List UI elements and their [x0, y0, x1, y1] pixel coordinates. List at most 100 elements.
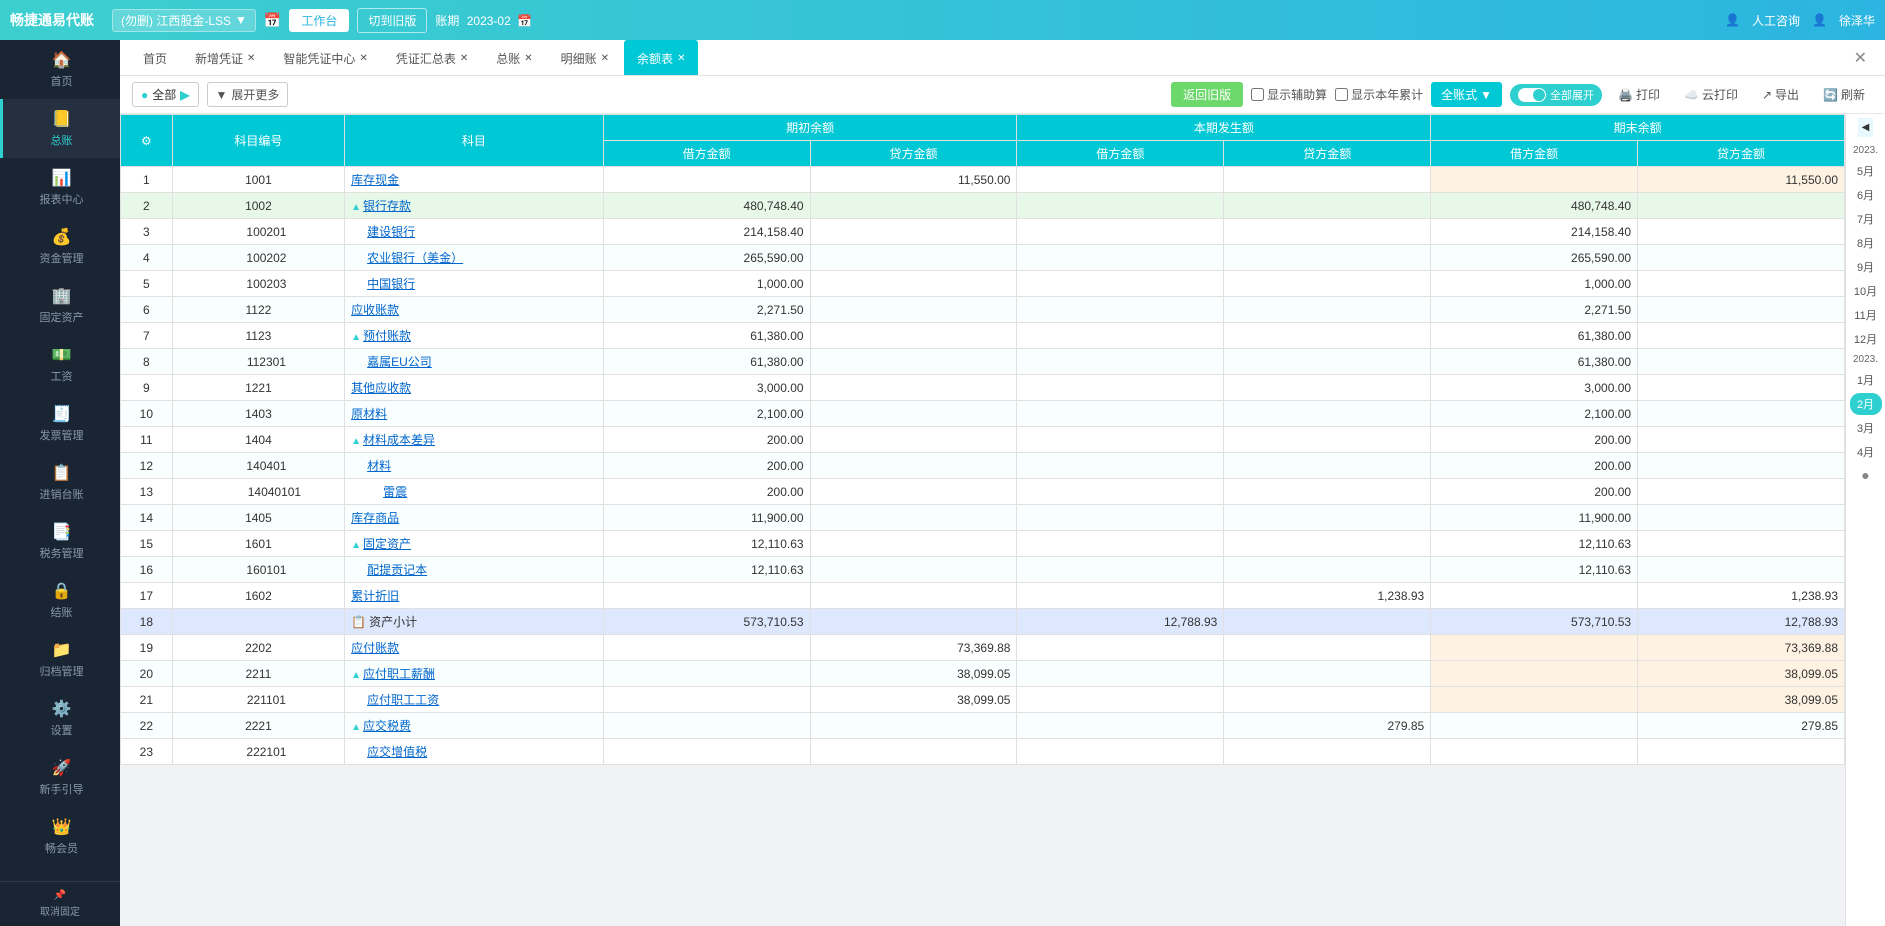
account-name-link[interactable]: 应交增值税	[367, 745, 427, 759]
month-12[interactable]: 12月	[1850, 328, 1882, 350]
cell-name[interactable]: ▲固定资产	[345, 531, 604, 557]
right-panel-toggle[interactable]: ◀	[1858, 118, 1873, 137]
expand-row-icon[interactable]: ▲	[351, 436, 361, 447]
month-10[interactable]: 10月	[1850, 280, 1882, 302]
cell-name[interactable]: 雷震	[345, 479, 604, 505]
cell-name[interactable]: ▲银行存款	[345, 193, 604, 219]
show-aux-checkbox[interactable]	[1251, 88, 1264, 101]
cell-name[interactable]: 农业银行（美金）	[345, 245, 604, 271]
account-name-link[interactable]: 中国银行	[367, 277, 415, 291]
show-aux-checkbox-label[interactable]: 显示辅助算	[1251, 86, 1327, 103]
company-selector[interactable]: (勿删) 江西股金-LSS ▼	[112, 9, 256, 32]
cell-name[interactable]: 其他应收款	[345, 375, 604, 401]
account-name-link[interactable]: 雷震	[383, 485, 407, 499]
month-7[interactable]: 7月	[1850, 208, 1882, 230]
account-name-link[interactable]: 应付职工工资	[367, 693, 439, 707]
th-settings[interactable]: ⚙	[121, 115, 173, 167]
tab-new-voucher[interactable]: 新增凭证 ✕	[182, 40, 268, 75]
sidebar-item-member[interactable]: 👑 畅会员	[0, 807, 120, 866]
sidebar-item-purchase[interactable]: 📋 进销台账	[0, 453, 120, 512]
expand-all-toggle[interactable]: 全部展开	[1510, 84, 1602, 106]
tab-balance-sheet-close[interactable]: ✕	[677, 53, 685, 64]
account-name-link[interactable]: 建设银行	[367, 225, 415, 239]
account-name-link[interactable]: 固定资产	[363, 537, 411, 551]
cell-name[interactable]: 建设银行	[345, 219, 604, 245]
expand-row-icon[interactable]: ▲	[351, 670, 361, 681]
sidebar-item-newguide[interactable]: 🚀 新手引导	[0, 748, 120, 807]
tab-general-ledger-close[interactable]: ✕	[524, 53, 532, 64]
expand-row-icon[interactable]: ▲	[351, 540, 361, 551]
sidebar-item-settings[interactable]: ⚙️ 设置	[0, 689, 120, 748]
account-name-link[interactable]: 配提贡记本	[367, 563, 427, 577]
sidebar-item-home[interactable]: 🏠 首页	[0, 40, 120, 99]
account-name-link[interactable]: 农业银行（美金）	[367, 251, 463, 265]
cell-name[interactable]: ▲预付账款	[345, 323, 604, 349]
cell-name[interactable]: 应交增值税	[345, 739, 604, 765]
account-name-link[interactable]: 其他应收款	[351, 381, 411, 395]
tab-smart-voucher-close[interactable]: ✕	[359, 53, 367, 64]
cell-name[interactable]: 原材料	[345, 401, 604, 427]
switch-version-button[interactable]: 切到旧版	[357, 8, 427, 33]
close-panel-icon[interactable]: ●	[1859, 465, 1871, 485]
sidebar-item-report[interactable]: 📊 报表中心	[0, 158, 120, 217]
sidebar-item-wage[interactable]: 💵 工资	[0, 335, 120, 394]
month-2[interactable]: 2月	[1850, 393, 1882, 415]
cell-name[interactable]: 库存商品	[345, 505, 604, 531]
account-name-link[interactable]: 预付账款	[363, 329, 411, 343]
cell-name[interactable]: 嘉属EU公司	[345, 349, 604, 375]
tab-balance-sheet[interactable]: 余额表 ✕	[624, 40, 698, 75]
tab-voucher-summary-close[interactable]: ✕	[460, 53, 468, 64]
tab-smart-voucher[interactable]: 智能凭证中心 ✕	[270, 40, 380, 75]
cell-name[interactable]: ▲应交税费	[345, 713, 604, 739]
cell-name[interactable]: 库存现金	[345, 167, 604, 193]
month-4[interactable]: 4月	[1850, 441, 1882, 463]
month-6[interactable]: 6月	[1850, 184, 1882, 206]
account-name-link[interactable]: 应收账款	[351, 303, 399, 317]
tab-voucher-summary[interactable]: 凭证汇总表 ✕	[383, 40, 481, 75]
cell-name[interactable]: ▲材料成本差异	[345, 427, 604, 453]
month-5[interactable]: 5月	[1850, 160, 1882, 182]
expand-row-icon[interactable]: ▲	[351, 332, 361, 343]
month-3[interactable]: 3月	[1850, 417, 1882, 439]
cloud-print-button[interactable]: ☁️ 云打印	[1676, 83, 1746, 106]
sidebar-item-tax[interactable]: 📑 税务管理	[0, 512, 120, 571]
sidebar-item-invoice[interactable]: 🧾 发票管理	[0, 394, 120, 453]
account-name-link[interactable]: 材料成本差异	[363, 433, 435, 447]
cell-name[interactable]: 应付账款	[345, 635, 604, 661]
sidebar-item-ledger[interactable]: 📒 总账	[0, 99, 120, 158]
tab-new-voucher-close[interactable]: ✕	[247, 53, 255, 64]
account-name-link[interactable]: 累计折旧	[351, 589, 399, 603]
filter-all-button[interactable]: ● 全部 ▶	[132, 82, 199, 107]
cell-name[interactable]: 中国银行	[345, 271, 604, 297]
print-button[interactable]: 🖨️ 打印	[1610, 83, 1668, 106]
month-1[interactable]: 1月	[1850, 369, 1882, 391]
cell-name[interactable]: ▲应付职工薪酬	[345, 661, 604, 687]
tab-home[interactable]: 首页	[130, 40, 180, 75]
sidebar-item-fixed[interactable]: 🏢 固定资产	[0, 276, 120, 335]
sidebar-item-closing[interactable]: 🔒 结账	[0, 571, 120, 630]
month-11[interactable]: 11月	[1850, 304, 1882, 326]
account-name-link[interactable]: 嘉属EU公司	[367, 355, 432, 369]
cell-name[interactable]: 应付职工工资	[345, 687, 604, 713]
return-old-button[interactable]: 返回旧版	[1171, 82, 1243, 107]
expand-more-button[interactable]: ▼ 展开更多	[207, 82, 289, 107]
show-ytd-checkbox[interactable]	[1335, 88, 1348, 101]
show-ytd-checkbox-label[interactable]: 显示本年累计	[1335, 86, 1423, 103]
full-format-button[interactable]: 全账式 ▼	[1431, 82, 1502, 107]
tab-detail-ledger-close[interactable]: ✕	[601, 53, 609, 64]
close-all-tabs[interactable]: ✕	[1846, 48, 1875, 68]
account-name-link[interactable]: 应付账款	[351, 641, 399, 655]
cell-name[interactable]: 累计折旧	[345, 583, 604, 609]
export-button[interactable]: ↗ 导出	[1754, 83, 1807, 106]
expand-row-icon[interactable]: ▲	[351, 202, 361, 213]
refresh-button[interactable]: 🔄 刷新	[1815, 83, 1873, 106]
account-name-link[interactable]: 库存现金	[351, 173, 399, 187]
cell-name[interactable]: 材料	[345, 453, 604, 479]
month-8[interactable]: 8月	[1850, 232, 1882, 254]
tab-detail-ledger[interactable]: 明细账 ✕	[548, 40, 622, 75]
account-name-link[interactable]: 原材料	[351, 407, 387, 421]
month-9[interactable]: 9月	[1850, 256, 1882, 278]
expand-row-icon[interactable]: ▲	[351, 722, 361, 733]
sidebar-item-archive[interactable]: 📁 归档管理	[0, 630, 120, 689]
account-name-link[interactable]: 库存商品	[351, 511, 399, 525]
